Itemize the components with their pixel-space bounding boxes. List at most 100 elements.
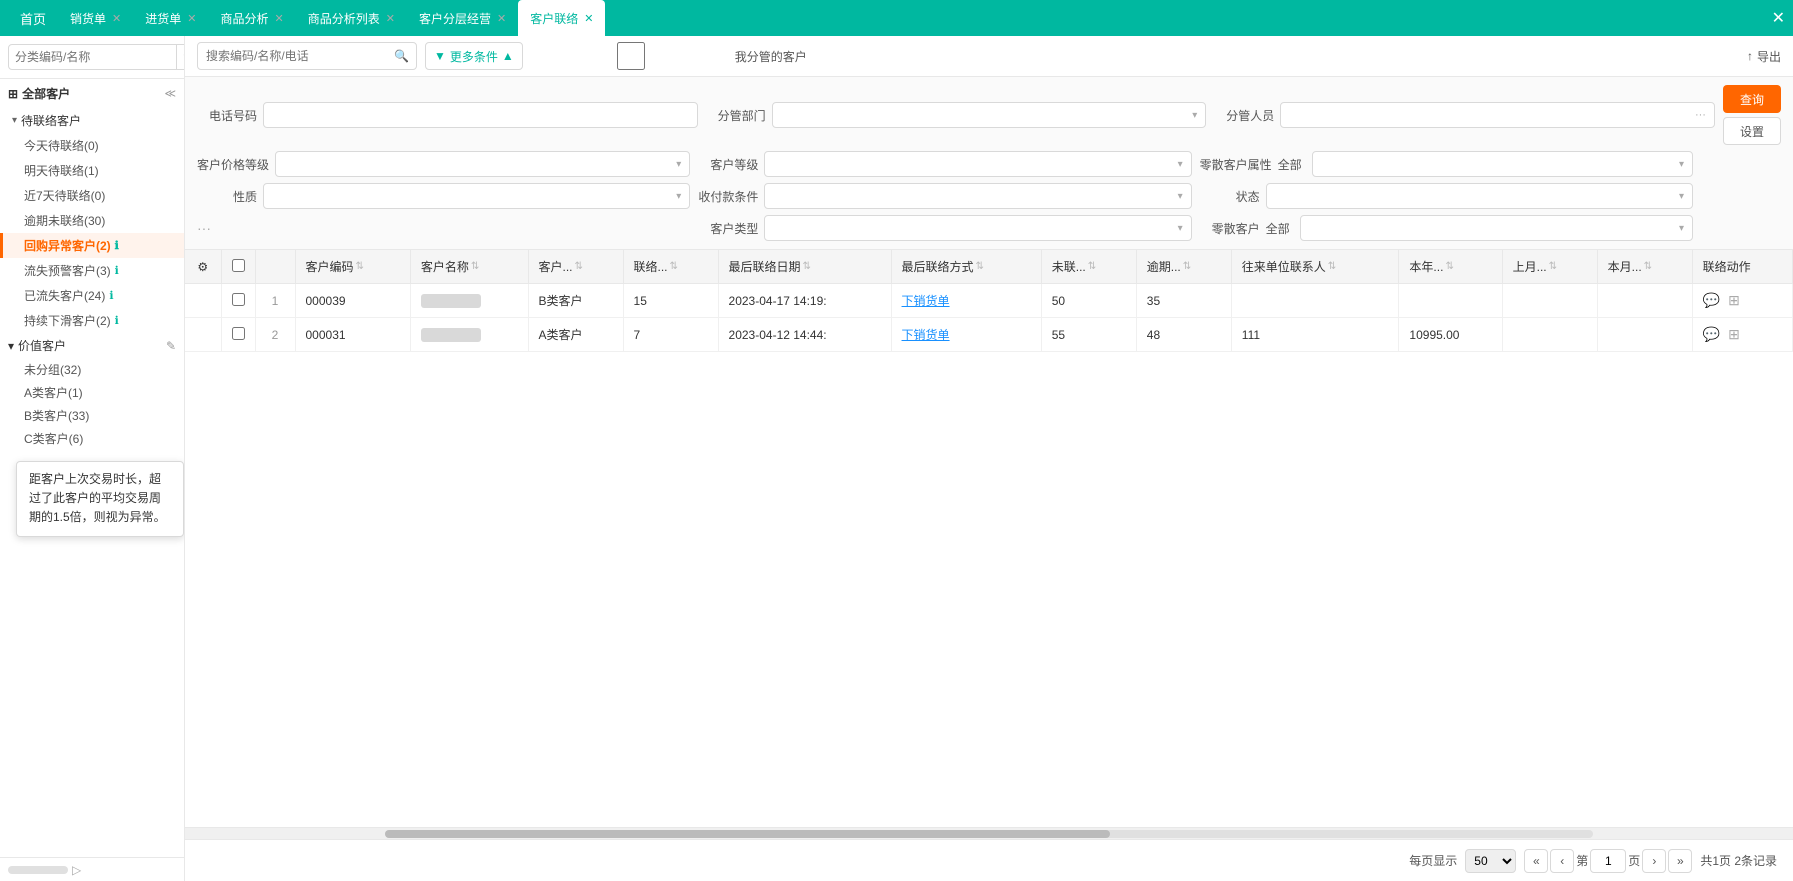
nature-select[interactable]: ▾ [263,183,690,209]
sort-icon-code[interactable]: ⇅ [356,261,364,272]
export-button[interactable]: ↑ 导出 [1747,48,1781,65]
sidebar-item-7days[interactable]: 近7天待联络(0) [0,183,184,208]
my-customers-checkbox[interactable] [531,42,731,70]
sort-icon-contact[interactable]: ⇅ [670,261,678,272]
edit-icon[interactable]: ✎ [166,339,176,353]
filter-more-conditions[interactable]: ▼ 更多条件 ▲ [425,42,523,70]
table-row: 1 000039 B类客户 15 2023-04-17 14:19: 下销货单 … [185,284,1793,318]
row2-code: 000031 [295,318,410,352]
customer-level-select[interactable]: ▾ [764,151,1191,177]
nav-product-analysis[interactable]: 商品分析 ✕ [208,0,295,36]
sort-icon-uncontacted[interactable]: ⇅ [1088,261,1096,272]
col-settings[interactable]: ⚙ [185,250,221,284]
last-page-button[interactable]: » [1668,849,1692,873]
col-contact-person-header: 往来单位联系人⇅ [1231,250,1399,284]
sort-icon-contact-person[interactable]: ⇅ [1328,261,1336,272]
expand-icon[interactable]: ▷ [72,863,81,877]
query-button[interactable]: 查询 [1723,85,1781,113]
sort-icon-last-date[interactable]: ⇅ [803,261,811,272]
sidebar-item-churn-warning[interactable]: 流失预警客户(3) ℹ [0,258,184,283]
next-page-button[interactable]: › [1642,849,1666,873]
close-customer-tier-tab[interactable]: ✕ [497,12,506,25]
nav-customer-tier[interactable]: 客户分层经营 ✕ [407,0,518,36]
row2-contact-person: 111 [1231,318,1399,352]
row1-checkbox[interactable] [221,284,255,318]
select-all-checkbox[interactable] [232,259,245,272]
sidebar-item-class-c[interactable]: C类客户(6) [0,427,184,450]
sidebar-search-input[interactable] [8,44,177,70]
sort-icon-last-method[interactable]: ⇅ [976,261,984,272]
nav-sales[interactable]: 销货单 ✕ [58,0,133,36]
chevron-up-icon: ▲ [502,49,514,63]
nav-customer-contact[interactable]: 客户联络 ✕ [518,0,605,36]
filter-customer-type: 客户类型 ▾ [698,215,1191,241]
nav-purchase[interactable]: 进货单 ✕ [133,0,208,36]
row1-action: 💬 ⊞ [1692,284,1792,318]
sort-icon-this-year[interactable]: ⇅ [1445,261,1453,272]
department-select[interactable]: ▾ [772,102,1207,128]
sort-icon-this-month[interactable]: ⇅ [1644,261,1652,272]
per-page-select[interactable]: 50 100 200 [1465,849,1516,873]
close-purchase-tab[interactable]: ✕ [187,12,196,25]
main-search-input[interactable] [197,42,417,70]
filter-form: 电话号码 分管部门 ▾ 分管人员 ··· [185,77,1793,250]
sidebar-item-overdue[interactable]: 逾期未联络(30) [0,208,184,233]
retail-customer-select[interactable]: ▾ [1300,215,1693,241]
sort-icon-type[interactable]: ⇅ [575,261,583,272]
row1-this-year [1399,284,1502,318]
sidebar-item-repurchase-abnormal[interactable]: 回购异常客户(2) ℹ [0,233,184,258]
filter-phone: 电话号码 [197,102,698,128]
row2-checkbox[interactable] [221,318,255,352]
sidebar-item-tomorrow[interactable]: 明天待联络(1) [0,158,184,183]
sidebar-item-unclassified[interactable]: 未分组(32) [0,358,184,381]
row2-qr-icon[interactable]: ⊞ [1728,326,1740,343]
row1-last-month [1502,284,1597,318]
sidebar-item-today[interactable]: 今天待联络(0) [0,133,184,158]
retail-attr-select[interactable]: ▾ [1312,151,1693,177]
sort-icon-overdue[interactable]: ⇅ [1183,261,1191,272]
customer-table: ⚙ 客户编码⇅ 客户名称⇅ 客户...⇅ 联络...⇅ [185,250,1793,352]
settings-button[interactable]: 设置 [1723,117,1781,145]
close-customer-contact-tab[interactable]: ✕ [584,12,593,25]
row1-chat-icon[interactable]: 💬 [1703,292,1720,309]
scrollbar-thumb[interactable] [385,830,1110,838]
nav-product-analysis-list[interactable]: 商品分析列表 ✕ [296,0,407,36]
sidebar-search-button[interactable]: 🔍 [177,44,185,70]
sidebar-collapse-button[interactable]: ≪ [164,87,176,100]
close-product-analysis-list-tab[interactable]: ✕ [386,12,395,25]
sidebar-group-value-title[interactable]: ▾ 价值客户 ✎ [0,333,184,358]
sidebar-item-churned[interactable]: 已流失客户(24) ℹ [0,283,184,308]
close-all-tabs[interactable]: ✕ [1772,8,1785,28]
sort-icon-name[interactable]: ⇅ [471,261,479,272]
phone-input[interactable] [263,102,698,128]
col-last-date-header: 最后联络日期⇅ [718,250,891,284]
sidebar-item-class-a[interactable]: A类客户(1) [0,381,184,404]
close-product-analysis-tab[interactable]: ✕ [275,12,284,25]
filter-icon: ▼ [434,49,446,63]
prev-page-button[interactable]: ‹ [1550,849,1574,873]
horizontal-scrollbar[interactable] [185,827,1793,839]
manager-select[interactable]: ··· [1280,102,1715,128]
my-customers-filter[interactable]: 我分管的客户 [531,42,807,70]
sort-icon-last-month[interactable]: ⇅ [1549,261,1557,272]
row2-chat-icon[interactable]: 💬 [1703,326,1720,343]
price-level-select[interactable]: ▾ [275,151,690,177]
chevron-down-icon: ▾ [12,115,17,126]
sidebar-item-declining[interactable]: 持续下滑客户(2) ℹ [0,308,184,333]
row1-checkbox-input[interactable] [232,293,245,306]
sidebar-group-pending-title[interactable]: ▾ 待联络客户 [0,108,184,133]
col-checkbox-header[interactable] [221,250,255,284]
row1-qr-icon[interactable]: ⊞ [1728,292,1740,309]
payment-select[interactable]: ▾ [764,183,1191,209]
col-action-header: 联络动作 [1692,250,1792,284]
page-input[interactable] [1590,849,1626,873]
close-sales-tab[interactable]: ✕ [112,12,121,25]
status-select[interactable]: ▾ [1266,183,1693,209]
sidebar-scrollbar[interactable] [8,866,68,874]
row1-last-method: 下销货单 [891,284,1041,318]
sidebar-item-class-b[interactable]: B类客户(33) [0,404,184,427]
nav-home[interactable]: 首页 [8,0,58,36]
customer-type-select[interactable]: ▾ [764,215,1191,241]
first-page-button[interactable]: « [1524,849,1548,873]
row2-checkbox-input[interactable] [232,327,245,340]
